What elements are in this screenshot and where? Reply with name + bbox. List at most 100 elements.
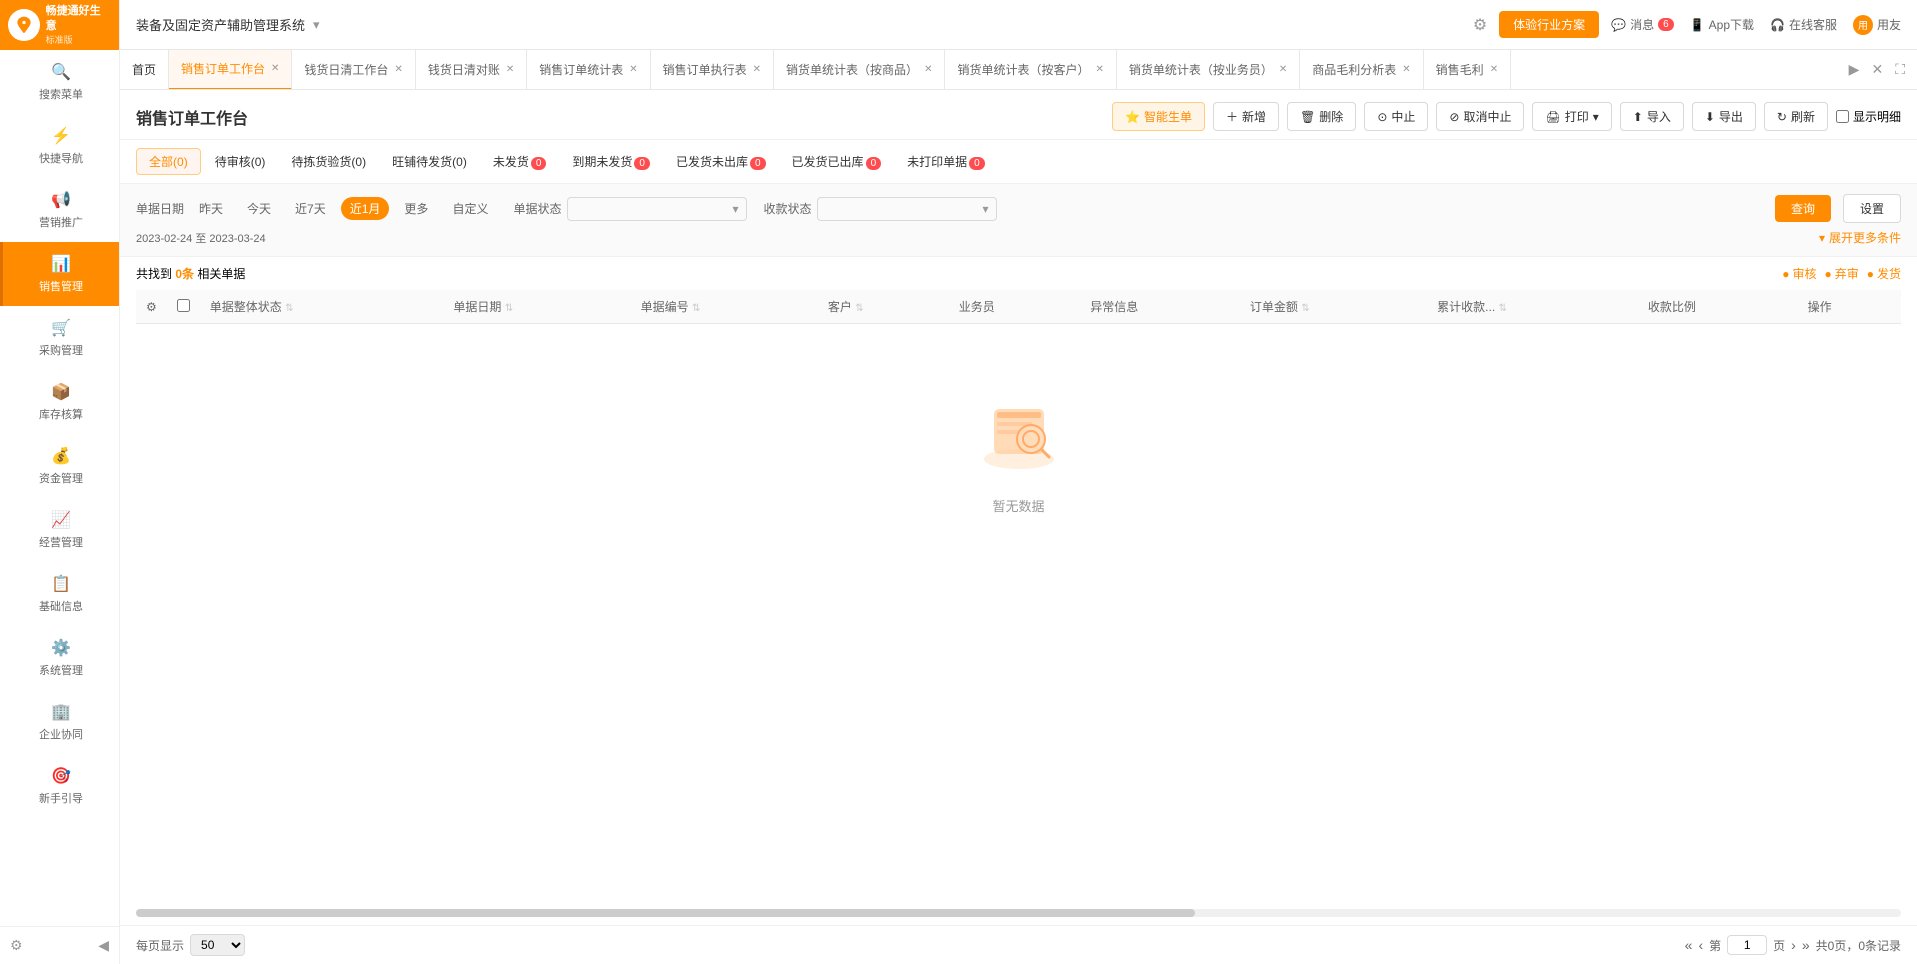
import-button[interactable]: ⬆ 导入 (1620, 102, 1684, 131)
prev-page-button[interactable]: ‹ (1698, 937, 1703, 953)
page-content: 销售订单工作台 ⭐ 智能生单 ＋ 新增 🗑 删除 ⊙ 中止 (120, 90, 1917, 964)
sidebar-item-purchase[interactable]: 🛒 采购管理 (0, 306, 119, 370)
tab-sales-stat-product[interactable]: 销货单统计表（按商品） ✕ (774, 50, 945, 90)
expand-filter-button[interactable]: ▾ 展开更多条件 (1819, 229, 1901, 246)
add-button[interactable]: ＋ 新增 (1213, 102, 1279, 131)
show-detail-checkbox[interactable] (1836, 110, 1849, 123)
tab-cash-daily[interactable]: 钱货日清工作台 ✕ (292, 50, 415, 90)
date-sort-icon[interactable]: ⇅ (505, 303, 513, 314)
dropdown-arrow-icon[interactable]: ▾ (313, 17, 320, 33)
show-detail-label[interactable]: 显示明细 (1836, 108, 1901, 125)
tab-close-product-margin[interactable]: ✕ (1402, 64, 1410, 75)
subtab-wangpu-pending[interactable]: 旺铺待发货(0) (380, 149, 479, 174)
sidebar-item-quick-nav[interactable]: ⚡ 快捷导航 (0, 114, 119, 178)
filter-payment-select[interactable]: ▾ (817, 197, 997, 221)
horizontal-scrollbar[interactable] (120, 901, 1917, 925)
collected-sort-icon[interactable]: ⇅ (1499, 303, 1507, 314)
filter-right-actions: 查询 设置 (1775, 194, 1901, 223)
quick-nav-icon: ⚡ (51, 126, 71, 146)
export-button[interactable]: ⬇ 导出 (1692, 102, 1756, 131)
query-button[interactable]: 查询 (1775, 195, 1831, 222)
sidebar-item-marketing[interactable]: 📢 营销推广 (0, 178, 119, 242)
tab-close-sales-order-exec[interactable]: ✕ (753, 64, 761, 75)
subtab-shipped-out[interactable]: 已发货已出库0 (780, 149, 894, 174)
tab-close-sales-profit[interactable]: ✕ (1490, 64, 1498, 75)
refresh-button[interactable]: ↻ 刷新 (1764, 102, 1828, 131)
sidebar-item-enterprise[interactable]: 🏢 企业协同 (0, 690, 119, 754)
amount-sort-icon[interactable]: ⇅ (1301, 303, 1309, 314)
date-btn-custom[interactable]: 自定义 (443, 197, 497, 220)
last-page-button[interactable]: » (1802, 937, 1810, 953)
subtab-shipped-not-out[interactable]: 已发货未出库0 (664, 149, 778, 174)
tab-fullscreen-icon[interactable]: ⛶ (1891, 57, 1909, 82)
online-service-action[interactable]: 🎧 在线客服 (1770, 16, 1837, 33)
date-btn-yesterday[interactable]: 昨天 (190, 197, 232, 220)
tab-close-sales-stat-product[interactable]: ✕ (924, 64, 932, 75)
solution-button[interactable]: 体验行业方案 (1499, 11, 1599, 38)
settings-bottom-icon[interactable]: ⚙ (10, 937, 23, 954)
tab-close-sales-stat-staff[interactable]: ✕ (1279, 64, 1287, 75)
tab-close-sales-order-desk[interactable]: ✕ (271, 63, 279, 74)
gear-icon[interactable]: ⚙ (1473, 15, 1487, 35)
unapprove-button[interactable]: ● 弃审 (1824, 265, 1858, 282)
date-btn-today[interactable]: 今天 (238, 197, 280, 220)
tab-close-sales-stat-customer[interactable]: ✕ (1095, 64, 1103, 75)
ship-button[interactable]: ● 发货 (1867, 265, 1901, 282)
tab-sales-order-desk[interactable]: 销售订单工作台 ✕ (169, 50, 292, 90)
tab-home[interactable]: 首页 (120, 50, 169, 90)
page-number-input[interactable] (1727, 935, 1767, 955)
app-download-action[interactable]: 📱 App下载 (1690, 16, 1754, 33)
tab-product-margin[interactable]: 商品毛利分析表 ✕ (1300, 50, 1423, 90)
subtab-not-printed[interactable]: 未打印单据0 (895, 149, 997, 174)
tab-close-cash-reconcile[interactable]: ✕ (506, 64, 514, 75)
subtab-overdue-not-shipped[interactable]: 到期未发货0 (560, 149, 662, 174)
subtab-not-shipped[interactable]: 未发货0 (481, 149, 559, 174)
message-action[interactable]: 💬 消息 6 (1611, 16, 1674, 33)
tab-close-all-icon[interactable]: ✕ (1867, 57, 1887, 82)
sidebar-item-finance[interactable]: 💰 资金管理 (0, 434, 119, 498)
select-all-checkbox[interactable] (177, 299, 190, 312)
filter-setting-button[interactable]: 设置 (1843, 194, 1901, 223)
sidebar-item-operations[interactable]: 📈 经营管理 (0, 498, 119, 562)
collapse-icon[interactable]: ◀ (98, 937, 109, 954)
tab-close-cash-daily[interactable]: ✕ (394, 64, 402, 75)
date-btn-7days[interactable]: 近7天 (286, 197, 335, 220)
tab-sales-order-exec[interactable]: 销售订单执行表 ✕ (651, 50, 774, 90)
date-btn-more[interactable]: 更多 (395, 197, 437, 220)
status-sort-icon[interactable]: ⇅ (285, 303, 293, 314)
cancel-pause-button[interactable]: ⊘ 取消中止 (1436, 102, 1524, 131)
sidebar-item-inventory[interactable]: 📦 库存核算 (0, 370, 119, 434)
filter-status-select[interactable]: ▾ (567, 197, 747, 221)
sidebar-item-sales[interactable]: 📊 销售管理 (0, 242, 119, 306)
tab-sales-stat-staff[interactable]: 销货单统计表（按业务员） ✕ (1117, 50, 1300, 90)
pause-button[interactable]: ⊙ 中止 (1364, 102, 1428, 131)
delete-button[interactable]: 🗑 删除 (1287, 102, 1356, 131)
sidebar-item-basic-info[interactable]: 📋 基础信息 (0, 562, 119, 626)
sidebar-item-search[interactable]: 🔍 搜索菜单 (0, 50, 119, 114)
tab-sales-profit[interactable]: 销售毛利 ✕ (1424, 50, 1511, 90)
per-page-select[interactable]: 10 20 50 100 (190, 934, 245, 956)
next-page-button[interactable]: › (1791, 937, 1796, 953)
column-settings-icon[interactable]: ⚙ (146, 300, 157, 314)
user-action[interactable]: 用 用友 (1853, 15, 1901, 35)
subtab-pending-inspection[interactable]: 待拣货验货(0) (279, 149, 378, 174)
customer-sort-icon[interactable]: ⇅ (855, 303, 863, 314)
sidebar-item-system[interactable]: ⚙️ 系统管理 (0, 626, 119, 690)
subtab-pending-review[interactable]: 待审核(0) (203, 149, 278, 174)
tab-sales-stat-customer[interactable]: 销货单统计表（按客户） ✕ (945, 50, 1116, 90)
number-sort-icon[interactable]: ⇅ (692, 303, 700, 314)
approve-button[interactable]: ● 审核 (1782, 265, 1816, 282)
smart-create-button[interactable]: ⭐ 智能生单 (1112, 102, 1205, 131)
table-header-row: ⚙ 单据整体状态 ⇅ 单据日期 ⇅ (136, 290, 1901, 324)
first-page-button[interactable]: « (1685, 937, 1693, 953)
tab-cash-reconcile[interactable]: 钱货日清对账 ✕ (416, 50, 527, 90)
purchase-icon: 🛒 (51, 318, 71, 338)
scrollbar-thumb[interactable] (136, 909, 1195, 917)
tab-close-sales-order-stat[interactable]: ✕ (629, 64, 637, 75)
tab-sales-order-stat[interactable]: 销售订单统计表 ✕ (527, 50, 650, 90)
date-btn-1month[interactable]: 近1月 (341, 197, 390, 220)
print-button[interactable]: 🖨 打印 ▾ (1532, 102, 1611, 131)
subtab-all[interactable]: 全部(0) (136, 148, 201, 175)
sidebar-item-guide[interactable]: 🎯 新手引导 (0, 754, 119, 818)
tab-scroll-more-icon[interactable]: ▶ (1845, 57, 1864, 82)
